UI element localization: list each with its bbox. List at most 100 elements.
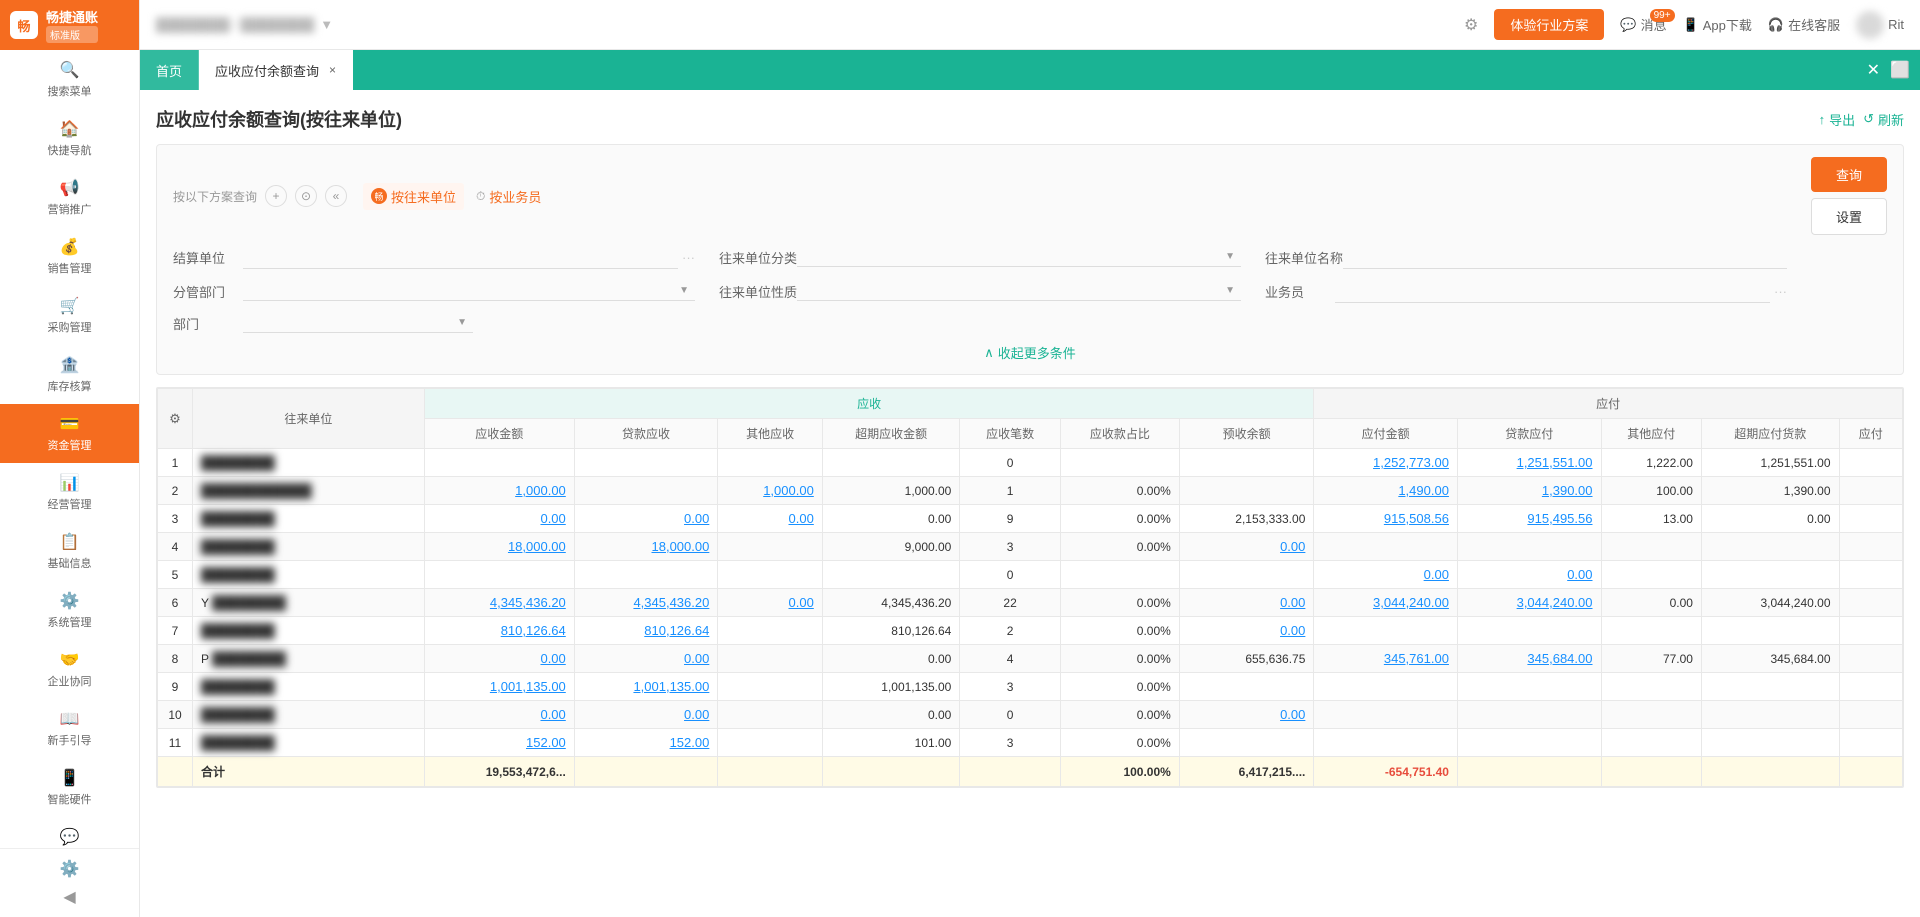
row-advance-balance[interactable]: 0.00 <box>1179 589 1314 617</box>
settings-button[interactable]: 设置 <box>1811 198 1887 235</box>
row-loan-payable[interactable]: 1,251,551.00 <box>1457 449 1601 477</box>
user-profile-button[interactable]: Rit <box>1856 11 1904 39</box>
sidebar-settings-icon[interactable]: ⚙️ <box>60 859 80 879</box>
row-loan-payable[interactable]: 3,044,240.00 <box>1457 589 1601 617</box>
row-receivable-amount[interactable]: 1,001,135.00 <box>424 673 574 701</box>
row-receivable-amount[interactable]: 152.00 <box>424 729 574 757</box>
sidebar-item-wechat[interactable]: 💬 企业微信 <box>0 817 139 848</box>
scheme-by-unit[interactable]: 畅 按往来单位 <box>363 183 464 210</box>
row-loan-payable[interactable]: 1,390.00 <box>1457 477 1601 505</box>
scheme-collapse-button[interactable]: « <box>325 185 347 207</box>
dept-dropdown[interactable]: ▼ <box>243 313 473 333</box>
row-receivable-ratio: 0.00% <box>1060 617 1179 645</box>
salesperson-dots[interactable]: ··· <box>1774 284 1787 299</box>
row-advance-balance[interactable]: 0.00 <box>1179 701 1314 729</box>
sidebar-item-search[interactable]: 🔍 搜索菜单 <box>0 50 139 109</box>
row-loan-payable[interactable]: 915,495.56 <box>1457 505 1601 533</box>
row-loan-payable <box>1457 533 1601 561</box>
close-window-icon[interactable]: ✕ <box>1867 60 1880 80</box>
counterparty-header: 往来单位 <box>193 389 425 449</box>
row-receivable-amount[interactable]: 0.00 <box>424 701 574 729</box>
manage-dept-dropdown[interactable]: ▼ <box>243 281 695 301</box>
sidebar-item-system[interactable]: ⚙️ 系统管理 <box>0 581 139 640</box>
row-receivable-amount[interactable]: 4,345,436.20 <box>424 589 574 617</box>
row-other-receivable <box>718 701 822 729</box>
tab-home[interactable]: 首页 <box>140 50 199 90</box>
sidebar-item-inventory[interactable]: 🏦 库存核算 <box>0 345 139 404</box>
table-settings-icon[interactable]: ⚙ <box>166 410 184 428</box>
sidebar-item-basic[interactable]: 📋 基础信息 <box>0 522 139 581</box>
row-loan-receivable[interactable]: 1,001,135.00 <box>574 673 718 701</box>
row-receivable-count: 9 <box>960 505 1060 533</box>
sidebar-item-guide[interactable]: 📖 新手引导 <box>0 699 139 758</box>
sidebar-item-hardware[interactable]: 📱 智能硬件 <box>0 758 139 817</box>
trial-industry-button[interactable]: 体验行业方案 <box>1494 9 1604 40</box>
row-payable-amount[interactable]: 0.00 <box>1314 561 1458 589</box>
sidebar-item-quick-nav[interactable]: 🏠 快捷导航 <box>0 109 139 168</box>
row-receivable-amount[interactable]: 810,126.64 <box>424 617 574 645</box>
scheme-settings-button[interactable]: ⊙ <box>295 185 317 207</box>
row-payable-amount[interactable]: 1,490.00 <box>1314 477 1458 505</box>
row-payable-amount[interactable]: 3,044,240.00 <box>1314 589 1458 617</box>
maximize-icon[interactable]: ⬜ <box>1890 60 1910 80</box>
row-receivable-amount[interactable]: 18,000.00 <box>424 533 574 561</box>
scheme-by-salesperson[interactable]: ⏱ 按业务员 <box>468 183 549 210</box>
row-advance-balance[interactable]: 0.00 <box>1179 533 1314 561</box>
tab-receivable[interactable]: 应收应付余额查询 × <box>199 50 353 90</box>
add-scheme-button[interactable]: + <box>265 185 287 207</box>
row-payable-amount[interactable]: 1,252,773.00 <box>1314 449 1458 477</box>
row-loan-payable[interactable]: 345,684.00 <box>1457 645 1601 673</box>
settlement-unit-dots[interactable]: ··· <box>682 250 695 265</box>
inventory-icon: 🏦 <box>60 355 80 375</box>
sidebar-item-enterprise[interactable]: 🤝 企业协同 <box>0 640 139 699</box>
app-label: App下载 <box>1703 15 1752 34</box>
sidebar-item-marketing[interactable]: 📢 营销推广 <box>0 168 139 227</box>
row-other-payable: 77.00 <box>1601 645 1701 673</box>
salesperson-input[interactable] <box>1335 279 1770 303</box>
row-loan-receivable[interactable]: 0.00 <box>574 505 718 533</box>
row-loan-receivable[interactable]: 0.00 <box>574 645 718 673</box>
row-advance-balance[interactable]: 0.00 <box>1179 617 1314 645</box>
row-other-receivable[interactable]: 0.00 <box>718 505 822 533</box>
row-num: 11 <box>158 729 193 757</box>
settings-gear-icon[interactable]: ⚙ <box>1464 15 1478 35</box>
row-overdue-receivable <box>822 449 960 477</box>
refresh-button[interactable]: ↺ 刷新 <box>1863 110 1904 129</box>
sidebar-collapse-icon[interactable]: ◀ <box>63 887 75 907</box>
tab-close-icon[interactable]: × <box>329 63 336 77</box>
table-row: 6 Y ████████ 4,345,436.20 4,345,436.20 0… <box>158 589 1903 617</box>
scheme-unit-icon: 畅 <box>371 188 387 204</box>
row-loan-payable[interactable]: 0.00 <box>1457 561 1601 589</box>
online-service-button[interactable]: 🎧 在线客服 <box>1768 15 1840 34</box>
row-loan-receivable[interactable]: 0.00 <box>574 701 718 729</box>
row-receivable-ratio: 0.00% <box>1060 505 1179 533</box>
row-other-receivable[interactable]: 1,000.00 <box>718 477 822 505</box>
settlement-unit-input[interactable] <box>243 245 678 269</box>
message-button[interactable]: 💬 消息 99+ <box>1620 15 1666 34</box>
row-loan-receivable[interactable]: 4,345,436.20 <box>574 589 718 617</box>
row-receivable-amount[interactable]: 0.00 <box>424 505 574 533</box>
row-other-receivable[interactable]: 0.00 <box>718 589 822 617</box>
row-payable-amount[interactable]: 915,508.56 <box>1314 505 1458 533</box>
row-loan-receivable[interactable]: 152.00 <box>574 729 718 757</box>
row-payable-amount[interactable]: 345,761.00 <box>1314 645 1458 673</box>
filter-collapse-button[interactable]: ∧ 收起更多条件 <box>173 343 1887 362</box>
query-button[interactable]: 查询 <box>1811 157 1887 192</box>
sidebar-item-purchase[interactable]: 🛒 采购管理 <box>0 286 139 345</box>
row-loan-receivable[interactable]: 810,126.64 <box>574 617 718 645</box>
unit-nature-dropdown[interactable]: ▼ <box>797 281 1241 301</box>
unit-category-dropdown[interactable]: ▼ <box>797 247 1241 267</box>
sidebar-item-operation[interactable]: 📊 经营管理 <box>0 463 139 522</box>
hardware-icon: 📱 <box>60 768 80 788</box>
row-receivable-amount[interactable]: 1,000.00 <box>424 477 574 505</box>
sidebar-item-finance[interactable]: 💳 资金管理 <box>0 404 139 463</box>
sidebar-item-sales[interactable]: 💰 销售管理 <box>0 227 139 286</box>
col-payable-amount: 应付金额 <box>1314 419 1458 449</box>
col-loan-receivable: 贷款应收 <box>574 419 718 449</box>
app-download-button[interactable]: 📱 App下载 <box>1683 15 1752 34</box>
row-loan-receivable[interactable]: 18,000.00 <box>574 533 718 561</box>
unit-name-input[interactable] <box>1343 245 1787 269</box>
export-button[interactable]: ↑ 导出 <box>1819 110 1856 129</box>
footer-label: 合计 <box>193 757 425 787</box>
row-receivable-amount[interactable]: 0.00 <box>424 645 574 673</box>
